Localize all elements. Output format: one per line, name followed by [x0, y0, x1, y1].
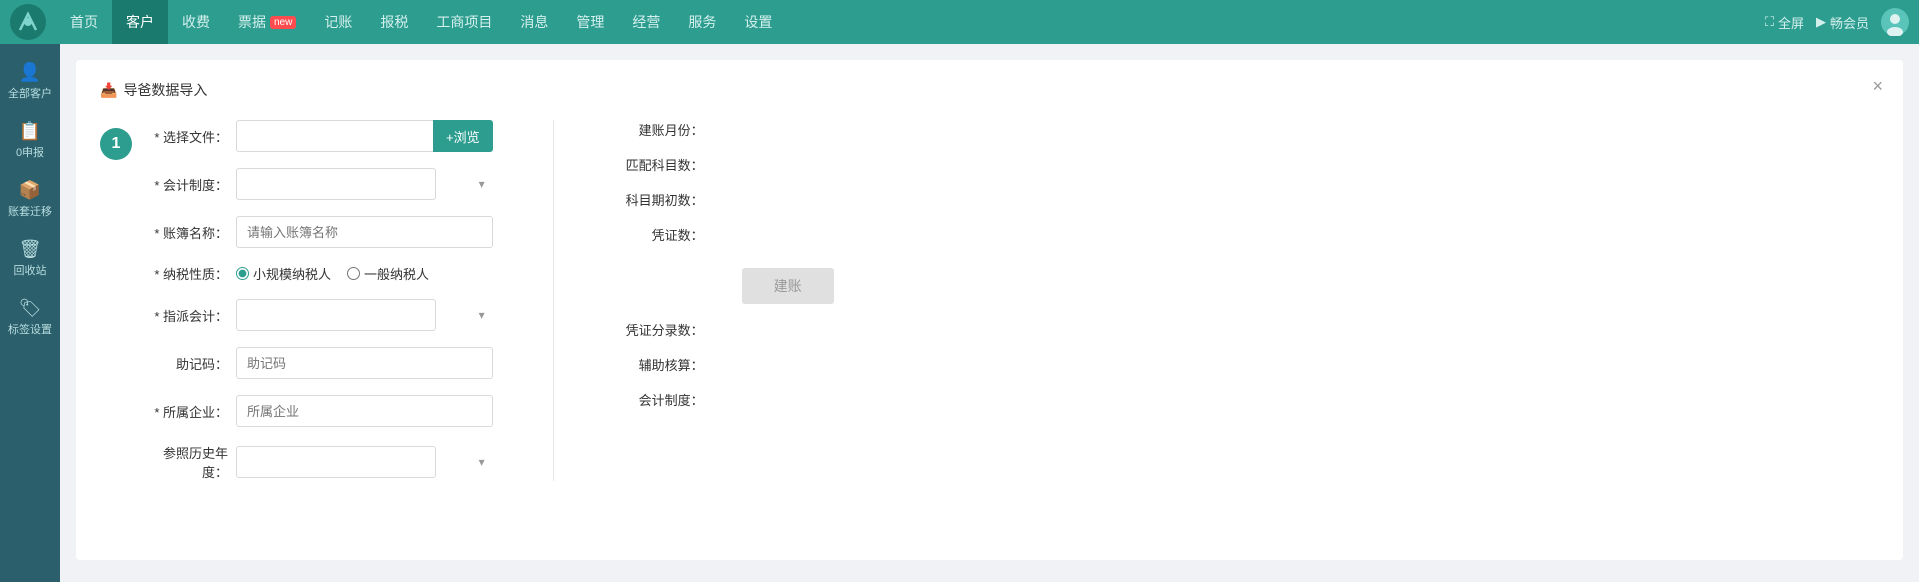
general-taxpayer-radio[interactable]	[347, 267, 360, 280]
memo-code-input[interactable]	[236, 347, 493, 379]
nav-item-bookkeeping[interactable]: 记账	[310, 0, 366, 44]
panel-title: 📥 导爸数据导入	[100, 80, 1879, 100]
new-badge: new	[270, 16, 296, 29]
match-subjects-label: 匹配科目数：	[614, 155, 704, 174]
browse-button[interactable]: +浏览	[433, 120, 493, 152]
small-taxpayer-radio[interactable]	[236, 267, 249, 280]
memo-code-row: 助记码：	[148, 347, 493, 379]
info-accounting-system-row: 会计制度：	[614, 390, 834, 409]
migration-icon: 📦	[19, 180, 41, 201]
nav-item-home[interactable]: 首页	[56, 0, 112, 44]
build-month-row: 建账月份：	[614, 120, 834, 139]
accounting-system-row: * 会计制度：	[148, 168, 493, 200]
file-input-row: +浏览	[236, 120, 493, 152]
nav-item-ticket[interactable]: 票据 new	[224, 0, 310, 44]
voucher-entries-row: 凭证分录数：	[614, 320, 834, 339]
form-right: 建账月份： 匹配科目数： 科目期初数： 凭证数：	[614, 120, 834, 481]
reference-year-label: 参照历史年度：	[148, 443, 228, 481]
form-divider	[553, 120, 554, 481]
nav-item-manage[interactable]: 管理	[562, 0, 618, 44]
general-taxpayer-option[interactable]: 一般纳税人	[347, 264, 429, 283]
accounting-system-select[interactable]	[236, 168, 436, 200]
trash-icon: 🗑	[19, 239, 42, 260]
app-logo	[10, 4, 46, 40]
play-icon: ▶	[1816, 14, 1826, 30]
fullscreen-icon: ⛶	[1765, 14, 1774, 30]
info-accounting-system-label: 会计制度：	[614, 390, 704, 409]
aux-accounting-row: 辅助核算：	[614, 355, 834, 374]
form-left: 1 * 选择文件： +浏览 * 会计制度：	[100, 120, 493, 481]
sidebar-item-declaration[interactable]: 📋 0申报	[0, 113, 60, 168]
nav-item-business[interactable]: 工商项目	[422, 0, 506, 44]
tax-type-label: * 纳税性质：	[148, 264, 228, 283]
assign-accountant-wrapper	[236, 299, 493, 331]
declaration-icon: 📋	[19, 121, 41, 142]
main-layout: 👤 全部客户 📋 0申报 📦 账套迁移 🗑 回收站 🏷 标签设置 📥 导爸数据导…	[0, 44, 1919, 582]
import-icon: 📥	[100, 82, 117, 99]
company-input[interactable]	[236, 395, 493, 427]
build-account-button[interactable]: 建账	[742, 268, 834, 304]
assign-accountant-label: * 指派会计：	[148, 306, 228, 325]
assign-accountant-select[interactable]	[236, 299, 436, 331]
reference-year-wrapper	[236, 446, 493, 478]
import-panel: 📥 导爸数据导入 × 1 * 选择文件： +浏览	[76, 60, 1903, 560]
select-file-label: * 选择文件：	[148, 127, 228, 146]
nav-item-message[interactable]: 消息	[506, 0, 562, 44]
nav-item-settings[interactable]: 设置	[730, 0, 786, 44]
company-row: * 所属企业：	[148, 395, 493, 427]
ledger-name-label: * 账簿名称：	[148, 223, 228, 242]
reference-year-row: 参照历史年度：	[148, 443, 493, 481]
form-section: * 选择文件： +浏览 * 会计制度：	[148, 120, 493, 481]
nav-item-operation[interactable]: 经营	[618, 0, 674, 44]
ledger-name-row: * 账簿名称：	[148, 216, 493, 248]
form-container: 1 * 选择文件： +浏览 * 会计制度：	[100, 120, 1879, 481]
voucher-count-label: 凭证数：	[614, 225, 704, 244]
tax-type-row: * 纳税性质： 小规模纳税人 一般纳税人	[148, 264, 493, 283]
reference-year-select[interactable]	[236, 446, 436, 478]
accounting-system-label: * 会计制度：	[148, 175, 228, 194]
build-month-label: 建账月份：	[614, 120, 704, 139]
sidebar: 👤 全部客户 📋 0申报 📦 账套迁移 🗑 回收站 🏷 标签设置	[0, 44, 60, 582]
voucher-entries-label: 凭证分录数：	[614, 320, 704, 339]
nav-item-client[interactable]: 客户	[112, 0, 168, 44]
file-path-input[interactable]	[236, 120, 433, 152]
avatar-icon	[1881, 8, 1909, 36]
step-badge: 1	[100, 128, 132, 160]
ledger-name-input[interactable]	[236, 216, 493, 248]
content-area: 📥 导爸数据导入 × 1 * 选择文件： +浏览	[60, 44, 1919, 582]
memo-code-label: 助记码：	[148, 354, 228, 373]
sidebar-item-migration[interactable]: 📦 账套迁移	[0, 172, 60, 227]
accounting-system-wrapper	[236, 168, 493, 200]
nav-items: 首页 客户 收费 票据 new 记账 报税 工商项目 消息 管理 经营 服务 设…	[56, 0, 1765, 44]
small-taxpayer-option[interactable]: 小规模纳税人	[236, 264, 331, 283]
sidebar-item-all-clients[interactable]: 👤 全部客户	[0, 54, 60, 109]
select-file-row: * 选择文件： +浏览	[148, 120, 493, 152]
voucher-count-row: 凭证数：	[614, 225, 834, 244]
company-label: * 所属企业：	[148, 402, 228, 421]
close-button[interactable]: ×	[1872, 76, 1883, 97]
subject-init-row: 科目期初数：	[614, 190, 834, 209]
aux-accounting-label: 辅助核算：	[614, 355, 704, 374]
top-navigation: 首页 客户 收费 票据 new 记账 报税 工商项目 消息 管理 经营 服务 设…	[0, 0, 1919, 44]
nav-item-fee[interactable]: 收费	[168, 0, 224, 44]
tag-icon: 🏷	[19, 298, 42, 319]
sidebar-item-trash[interactable]: 🗑 回收站	[0, 231, 60, 286]
person-icon: 👤	[19, 62, 41, 83]
nav-item-service[interactable]: 服务	[674, 0, 730, 44]
subject-init-label: 科目期初数：	[614, 190, 704, 209]
nav-item-tax[interactable]: 报税	[366, 0, 422, 44]
tax-type-radio-group: 小规模纳税人 一般纳税人	[236, 264, 429, 283]
sidebar-item-tags[interactable]: 🏷 标签设置	[0, 290, 60, 345]
assign-accountant-row: * 指派会计：	[148, 299, 493, 331]
user-avatar[interactable]	[1881, 8, 1909, 36]
member-button[interactable]: ▶ 畅会员	[1816, 13, 1869, 32]
match-subjects-row: 匹配科目数：	[614, 155, 834, 174]
fullscreen-button[interactable]: ⛶ 全屏	[1765, 13, 1804, 32]
nav-right: ⛶ 全屏 ▶ 畅会员	[1765, 8, 1909, 36]
